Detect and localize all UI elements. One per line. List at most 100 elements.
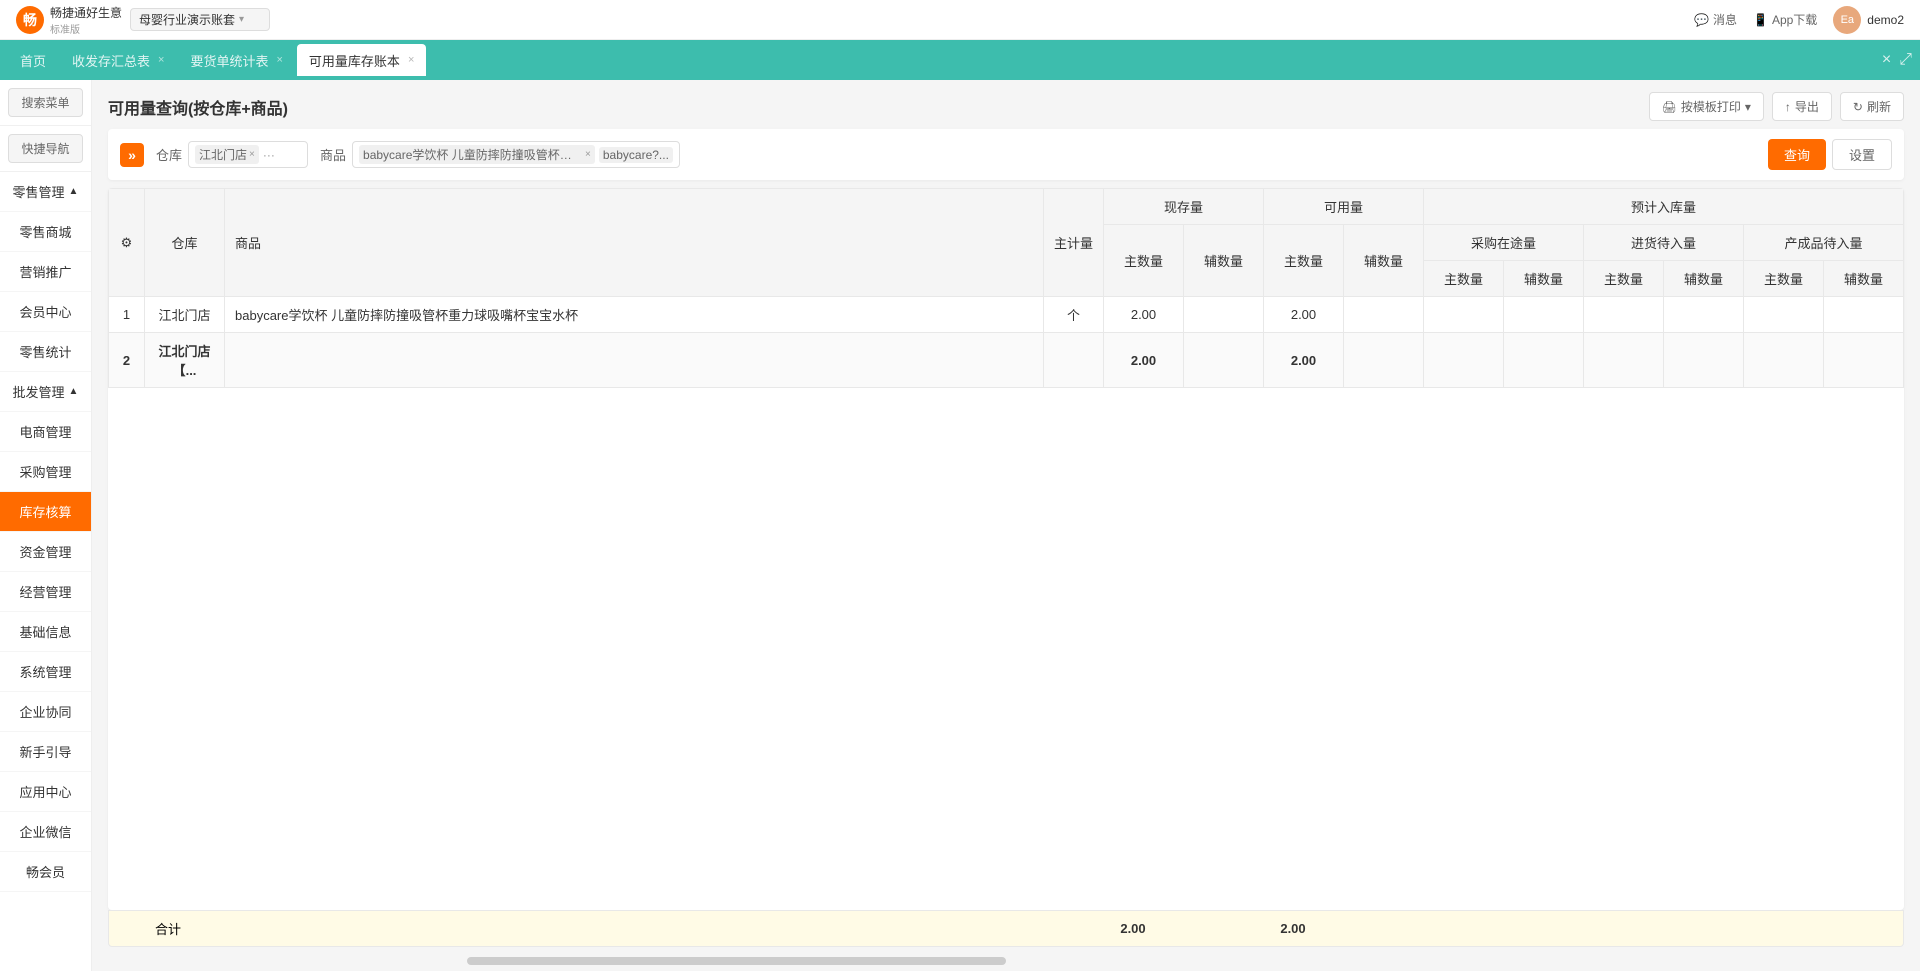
purchase-transit-group-header: 采购在途量	[1424, 225, 1584, 261]
close-icon[interactable]: ×	[158, 54, 164, 66]
sidebar-item-inventory[interactable]: 库存核算	[0, 492, 91, 532]
filter-expand-button[interactable]: »	[120, 143, 144, 167]
available-group-header: 可用量	[1264, 189, 1424, 225]
table-row: 1 江北门店 babycare学饮杯 儿童防摔防撞吸管杯重力球吸嘴杯宝宝水杯 个…	[109, 297, 1904, 333]
tag-close-icon[interactable]: ×	[249, 149, 255, 160]
subtotal-prod-main	[1744, 333, 1824, 388]
avail-main-header: 主数量	[1264, 225, 1344, 297]
warehouse-tag-input[interactable]: 江北门店 × ···	[188, 141, 308, 168]
unit-col-header: 主计量	[1043, 189, 1103, 297]
product-tag-input[interactable]: babycare学饮杯 儿童防摔防撞吸管杯重力球吸嘴杯宝宝水杯 × babyca…	[352, 141, 680, 168]
footer-avail-main: 2.00	[1253, 921, 1333, 936]
row-product: babycare学饮杯 儿童防摔防撞吸管杯重力球吸嘴杯宝宝水杯	[225, 297, 1044, 333]
stock-aux-header: 辅数量	[1184, 225, 1264, 297]
top-header: 畅 畅捷通好生意 标准版 母婴行业演示账套 ▾ 💬 消息 📱 App下载 Ea …	[0, 0, 1920, 40]
row-incoming-aux	[1664, 297, 1744, 333]
subtotal-index: 2	[109, 333, 145, 388]
subtotal-warehouse: 江北门店【...	[145, 333, 225, 388]
industry-selector[interactable]: 母婴行业演示账套 ▾	[130, 8, 270, 31]
app-download-button[interactable]: 📱 App下载	[1753, 11, 1817, 28]
user-area[interactable]: Ea demo2	[1833, 6, 1904, 34]
footer-stock-main: 2.00	[1093, 921, 1173, 936]
incoming-group-header: 进货待入量	[1584, 225, 1744, 261]
horizontal-scrollbar[interactable]	[108, 955, 1904, 967]
sidebar-item-marketing[interactable]: 营销推广	[0, 252, 91, 292]
export-button[interactable]: ↑ 导出	[1772, 92, 1832, 121]
close-icon[interactable]: ×	[276, 54, 282, 66]
pur-transit-main-header: 主数量	[1424, 261, 1504, 297]
subtotal-stock-main: 2.00	[1104, 333, 1184, 388]
scrollbar-thumb[interactable]	[467, 957, 1006, 965]
prod-main-header: 主数量	[1744, 261, 1824, 297]
tab-receive-send-summary[interactable]: 收发存汇总表 ×	[60, 44, 176, 76]
refresh-button[interactable]: ↻ 刷新	[1840, 92, 1904, 121]
subtotal-stock-aux	[1184, 333, 1264, 388]
row-avail-aux	[1344, 297, 1424, 333]
subtotal-pur-transit-aux	[1504, 333, 1584, 388]
row-incoming-main	[1584, 297, 1664, 333]
row-pur-transit-aux	[1504, 297, 1584, 333]
page-header: 可用量查询(按仓库+商品) 🖨 按模板打印 ▾ ↑ 导出 ↻ 刷新	[92, 80, 1920, 129]
row-pur-transit-main	[1424, 297, 1504, 333]
product-tag-2: babycare?...	[599, 147, 673, 163]
close-icon[interactable]: ×	[408, 54, 414, 66]
settings-button[interactable]: 设置	[1832, 139, 1892, 170]
sidebar-item-basic-info[interactable]: 基础信息	[0, 612, 91, 652]
sidebar-item-retail-stats[interactable]: 零售统计	[0, 332, 91, 372]
product-filter: 商品 babycare学饮杯 儿童防摔防撞吸管杯重力球吸嘴杯宝宝水杯 × bab…	[320, 141, 680, 168]
subtotal-unit	[1043, 333, 1103, 388]
message-button[interactable]: 💬 消息	[1694, 11, 1737, 28]
logo-text: 畅捷通好生意 标准版	[50, 4, 122, 36]
expand-tabs-button[interactable]: ⤢	[1899, 51, 1912, 69]
export-icon: ↑	[1785, 100, 1791, 114]
subtotal-product	[225, 333, 1044, 388]
table-container: ⚙ 仓库 商品 主计量 现存量 可用量 预计入库量 主数量 辅数量 主数量 辅数…	[108, 188, 1904, 910]
sidebar-item-app-center[interactable]: 应用中心	[0, 772, 91, 812]
logo-area: 畅 畅捷通好生意 标准版	[16, 4, 122, 36]
sidebar-search-section: 搜索菜单	[0, 80, 91, 126]
close-all-tabs-button[interactable]: ×	[1882, 51, 1891, 69]
search-menu-button[interactable]: 搜索菜单	[8, 88, 83, 117]
sidebar-item-finance[interactable]: 资金管理	[0, 532, 91, 572]
sidebar-item-system[interactable]: 系统管理	[0, 652, 91, 692]
quick-nav-button[interactable]: 快捷导航	[8, 134, 83, 163]
chevron-down-icon: ▾	[1745, 100, 1751, 114]
warehouse-col-header: 仓库	[145, 189, 225, 297]
product-col-header: 商品	[225, 189, 1044, 297]
settings-col-header: ⚙	[109, 189, 145, 297]
sidebar-item-operations[interactable]: 经营管理	[0, 572, 91, 612]
sidebar-item-enterprise-collab[interactable]: 企业协同	[0, 692, 91, 732]
forecast-group-header: 预计入库量	[1424, 189, 1904, 225]
sidebar-item-retail-mall[interactable]: 零售商城	[0, 212, 91, 252]
tab-available-stock[interactable]: 可用量库存账本 ×	[297, 44, 426, 76]
query-button[interactable]: 查询	[1768, 139, 1826, 170]
printer-icon: 🖨	[1662, 100, 1677, 114]
sidebar-item-ecommerce[interactable]: 电商管理	[0, 412, 91, 452]
tag-close-icon[interactable]: ×	[585, 149, 591, 160]
subtotal-row: 2 江北门店【... 2.00 2.00	[109, 333, 1904, 388]
sidebar-item-membership[interactable]: 会员中心	[0, 292, 91, 332]
row-prod-aux	[1824, 297, 1904, 333]
sidebar-item-new-guide[interactable]: 新手引导	[0, 732, 91, 772]
prod-aux-header: 辅数量	[1824, 261, 1904, 297]
product-tag-1: babycare学饮杯 儿童防摔防撞吸管杯重力球吸嘴杯宝宝水杯 ×	[359, 145, 595, 164]
tab-order-stats[interactable]: 要货单统计表 ×	[178, 44, 294, 76]
sidebar-item-purchase[interactable]: 采购管理	[0, 452, 91, 492]
avatar: Ea	[1833, 6, 1861, 34]
sidebar-item-wholesale-management[interactable]: 批发管理 ▲	[0, 372, 91, 412]
main-layout: 搜索菜单 快捷导航 零售管理 ▲ 零售商城 营销推广 会员中心 零售统计 批发管…	[0, 80, 1920, 971]
tab-home[interactable]: 首页	[8, 44, 58, 76]
sidebar-item-retail-management[interactable]: 零售管理 ▲	[0, 172, 91, 212]
print-button[interactable]: 🖨 按模板打印 ▾	[1649, 92, 1764, 121]
subtotal-pur-transit-main	[1424, 333, 1504, 388]
subtotal-avail-main: 2.00	[1264, 333, 1344, 388]
subtotal-incoming-aux	[1664, 333, 1744, 388]
avail-aux-header: 辅数量	[1344, 225, 1424, 297]
data-table: ⚙ 仓库 商品 主计量 现存量 可用量 预计入库量 主数量 辅数量 主数量 辅数…	[108, 188, 1904, 388]
row-avail-main: 2.00	[1264, 297, 1344, 333]
sidebar-item-wechat-work[interactable]: 企业微信	[0, 812, 91, 852]
gear-icon[interactable]: ⚙	[121, 235, 133, 250]
incoming-main-header: 主数量	[1584, 261, 1664, 297]
sidebar-item-vip[interactable]: 畅会员	[0, 852, 91, 892]
filter-actions: 查询 设置	[1768, 139, 1892, 170]
